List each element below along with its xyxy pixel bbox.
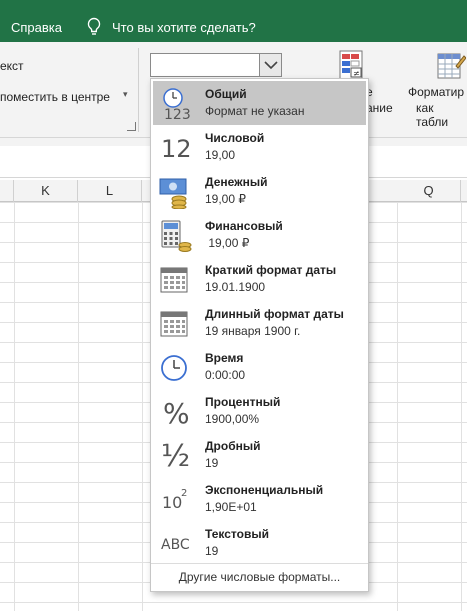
format-item-sample: Формат не указан	[205, 104, 305, 118]
format-item-percent[interactable]: % Процентный 1900,00%	[153, 389, 366, 433]
format-item-long-date[interactable]: Длинный формат даты 19 января 1900 г.	[153, 301, 366, 345]
format-item-name: Длинный формат даты	[205, 307, 344, 321]
format-as-table-label[interactable]: Форматир	[408, 85, 464, 99]
format-item-name: Финансовый	[205, 219, 283, 233]
format-item-sample: 19,00 ₽	[205, 236, 250, 250]
column-header-partial[interactable]	[0, 180, 14, 202]
format-item-time[interactable]: Время 0:00:00	[153, 345, 366, 389]
menu-bar: Справка Что вы хотите сделать?	[0, 0, 467, 42]
text-abc-icon: ABC	[161, 537, 190, 553]
format-item-name: Время	[205, 351, 244, 365]
number-12-icon: 12	[161, 135, 192, 163]
format-item-sample: 19,00 ₽	[205, 192, 246, 206]
merge-center-button[interactable]: поместить в центре	[0, 90, 110, 104]
format-item-name: Денежный	[205, 175, 268, 189]
format-item-sample: 1,90E+01	[205, 500, 257, 514]
scientific-icon: 10 2	[162, 488, 188, 512]
lightbulb-icon	[86, 17, 102, 37]
format-item-name: Общий	[205, 87, 247, 101]
grid-line	[461, 202, 462, 611]
grid-line	[142, 202, 143, 611]
conditional-format-label-2[interactable]: ание	[366, 101, 393, 115]
more-number-formats-link[interactable]: Другие числовые форматы...	[151, 570, 368, 584]
chevron-down-icon	[264, 61, 278, 70]
wrap-text-button[interactable]: екст	[0, 59, 24, 73]
format-item-scientific[interactable]: 10 2 Экспоненциальный 1,90E+01	[153, 477, 366, 521]
calculator-icon	[159, 219, 193, 253]
format-as-table-label-2[interactable]: как табли	[416, 101, 467, 129]
chevron-down-icon[interactable]: ▾	[123, 89, 128, 100]
number-format-dropdown-button[interactable]	[259, 54, 281, 76]
format-as-table-icon[interactable]	[436, 50, 467, 82]
format-item-short-date[interactable]: Краткий формат даты 19.01.1900	[153, 257, 366, 301]
format-item-name: Экспоненциальный	[205, 483, 324, 497]
svg-text:123: 123	[164, 107, 191, 121]
format-item-sample: 1900,00%	[205, 412, 260, 426]
number-format-menu: 123 Общий Формат не указан 12 Числовой 1…	[150, 78, 369, 592]
format-item-fraction[interactable]: ½ Дробный 19	[153, 433, 366, 477]
format-item-number[interactable]: 12 Числовой 19,00	[153, 125, 366, 169]
format-item-general[interactable]: 123 Общий Формат не указан	[153, 81, 366, 125]
column-header-k[interactable]: K	[14, 180, 78, 202]
number-format-combo[interactable]	[150, 53, 282, 77]
format-item-name: Текстовый	[205, 527, 269, 541]
format-item-name: Процентный	[205, 395, 281, 409]
calendar-short-icon	[159, 263, 193, 297]
menu-divider	[151, 563, 368, 564]
tab-help[interactable]: Справка	[11, 20, 62, 35]
grid-line	[14, 202, 15, 611]
calendar-long-icon	[159, 307, 193, 341]
format-item-sample: 19 января 1900 г.	[205, 324, 301, 338]
group-separator	[138, 48, 139, 132]
svg-text:≠: ≠	[353, 69, 360, 78]
format-item-name: Краткий формат даты	[205, 263, 337, 277]
money-icon	[159, 175, 193, 210]
format-item-currency[interactable]: Денежный 19,00 ₽	[153, 169, 366, 213]
tell-me-search[interactable]: Что вы хотите сделать?	[112, 20, 256, 35]
clock-icon	[159, 351, 193, 385]
format-item-text[interactable]: ABC Текстовый 19	[153, 521, 366, 565]
column-header-l[interactable]: L	[78, 180, 142, 202]
format-item-name: Числовой	[205, 131, 265, 145]
format-item-sample: 19,00	[205, 148, 236, 162]
format-item-sample: 19	[205, 456, 219, 470]
fraction-icon: ½	[161, 439, 191, 474]
grid-line	[78, 202, 79, 611]
format-item-accounting[interactable]: Финансовый 19,00 ₽	[153, 213, 366, 257]
format-item-sample: 0:00:00	[205, 368, 246, 382]
column-header-q[interactable]: Q	[397, 180, 461, 202]
dialog-launcher-icon[interactable]	[127, 122, 136, 131]
format-item-sample: 19.01.1900	[205, 280, 266, 294]
format-item-name: Дробный	[205, 439, 261, 453]
format-item-sample: 19	[205, 544, 219, 558]
percent-icon: %	[163, 397, 190, 430]
clock-123-icon: 123	[159, 87, 193, 123]
grid-line	[397, 202, 398, 611]
